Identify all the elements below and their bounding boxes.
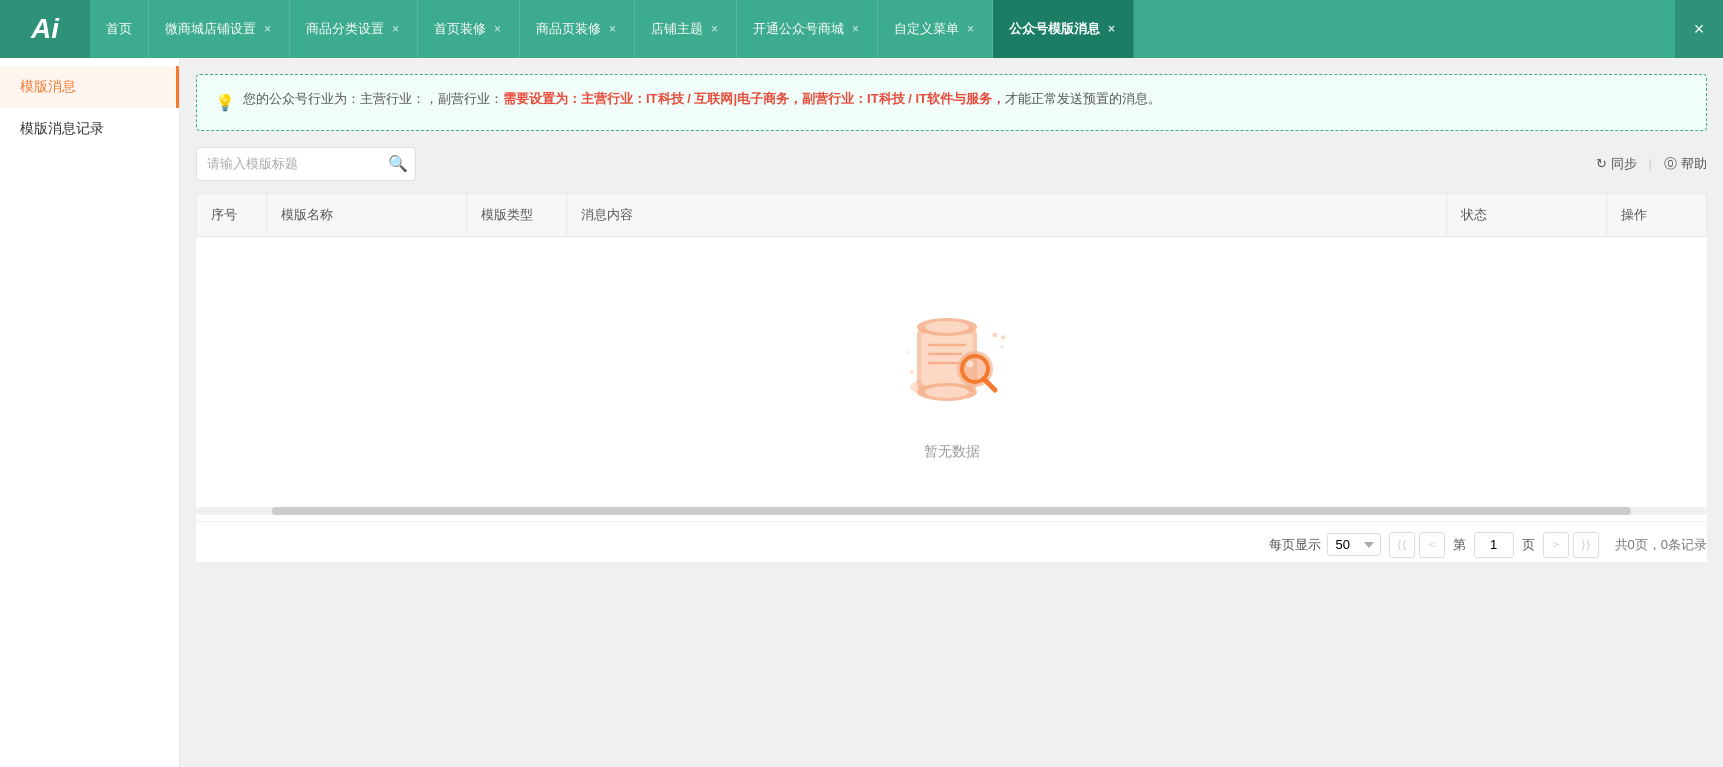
notice-prefix: 您的公众号行业为：主营行业：，副营行业： [243,91,503,106]
svg-point-13 [966,360,973,367]
horizontal-scrollbar[interactable] [196,507,1707,515]
page-input[interactable] [1474,532,1514,558]
page-prev-button[interactable]: ＜ [1419,532,1445,558]
notice-icon: 💡 [215,90,235,116]
tab-store-theme[interactable]: 店铺主题 × [635,0,737,58]
tab-label: 自定义菜单 [894,20,959,38]
tab-home[interactable]: 首页 [90,0,149,58]
notice-text: 您的公众号行业为：主营行业：，副营行业：需要设置为：主营行业：IT科技 / 互联… [243,89,1161,110]
page-size-select[interactable]: 102050100 [1327,533,1381,556]
empty-state: ✦ 暂无数据 [196,237,1707,501]
page-first-button[interactable]: ⟨⟨ [1389,532,1415,558]
svg-line-12 [984,379,995,390]
tab-close-custom-menu[interactable]: × [965,21,976,37]
empty-text: 暂无数据 [216,443,1687,461]
sync-label: 同步 [1611,155,1637,173]
page-size-label: 每页显示 [1269,536,1321,554]
tab-home-decor[interactable]: 首页装修 × [418,0,520,58]
svg-point-15 [1000,345,1003,348]
global-close-button[interactable]: × [1675,0,1723,58]
tab-close-product-category[interactable]: × [390,21,401,37]
svg-point-4 [925,321,969,333]
tab-close-template-msg[interactable]: × [1106,21,1117,37]
table-container: 序号 模版名称 模版类型 消息内容 状态 操作 [196,193,1707,521]
help-button[interactable]: ⓪ 帮助 [1664,155,1707,173]
notice-highlight: 需要设置为：主营行业：IT科技 / 互联网|电子商务，副营行业：IT科技 / I… [503,91,1005,106]
help-label: 帮助 [1681,155,1707,173]
main-layout: 模版消息模版消息记录 💡 您的公众号行业为：主营行业：，副营行业：需要设置为：主… [0,58,1723,767]
tab-template-msg[interactable]: 公众号模版消息 × [993,0,1134,58]
sidebar-item-template-record[interactable]: 模版消息记录 [0,108,179,150]
empty-icon: ✦ [887,297,1017,427]
sync-button[interactable]: ↻ 同步 [1596,155,1637,173]
col-header-seq: 序号 [197,193,267,236]
tab-product-category[interactable]: 商品分类设置 × [290,0,418,58]
col-header-content: 消息内容 [567,193,1447,236]
tab-label: 开通公众号商城 [753,20,844,38]
content-area: 💡 您的公众号行业为：主营行业：，副营行业：需要设置为：主营行业：IT科技 / … [180,58,1723,767]
page-total: 共0页，0条记录 [1615,536,1707,554]
svg-point-14 [992,332,997,337]
svg-point-17 [905,350,908,353]
col-header-status: 状态 [1447,193,1607,236]
tab-label: 商品分类设置 [306,20,384,38]
page-nav: ⟨⟨ ＜ 第 页 ＞ ⟩⟩ [1389,532,1599,558]
col-header-action: 操作 [1607,193,1707,236]
col-header-name: 模版名称 [267,193,467,236]
page-next-button[interactable]: ＞ [1543,532,1569,558]
tab-close-home-decor[interactable]: × [492,21,503,37]
search-input-wrap: 🔍 [196,147,416,181]
svg-text:✦: ✦ [999,332,1007,343]
tab-close-open-mall[interactable]: × [850,21,861,37]
help-icon: ⓪ [1664,155,1677,173]
tab-label: 微商城店铺设置 [165,20,256,38]
top-nav: Ai 首页微商城店铺设置×商品分类设置×首页装修×商品页装修×店铺主题×开通公众… [0,0,1723,58]
search-button[interactable]: 🔍 [388,154,408,173]
tab-label: 公众号模版消息 [1009,20,1100,38]
search-bar: 🔍 ↻ 同步 | ⓪ 帮助 [196,147,1707,181]
scrollbar-thumb [272,507,1632,515]
tab-open-mall[interactable]: 开通公众号商城 × [737,0,878,58]
search-left: 🔍 [196,147,416,181]
tab-label: 商品页装修 [536,20,601,38]
tab-label: 首页 [106,20,132,38]
notice-suffix: 才能正常发送预置的消息。 [1005,91,1161,106]
page-last-button[interactable]: ⟩⟩ [1573,532,1599,558]
tabs-container: 首页微商城店铺设置×商品分类设置×首页装修×商品页装修×店铺主题×开通公众号商城… [90,0,1675,58]
brand-logo: Ai [0,0,90,58]
sidebar-item-template-msg[interactable]: 模版消息 [0,66,179,108]
col-header-type: 模版类型 [467,193,567,236]
search-input[interactable] [196,147,416,181]
sidebar: 模版消息模版消息记录 [0,58,180,767]
page-unit-label: 页 [1522,536,1535,554]
notice-box: 💡 您的公众号行业为：主营行业：，副营行业：需要设置为：主营行业：IT科技 / … [196,74,1707,131]
pagination: 每页显示 102050100 ⟨⟨ ＜ 第 页 ＞ ⟩⟩ 共0页，0条记录 [196,521,1707,562]
page-size-wrap: 每页显示 102050100 [1269,533,1381,556]
tab-close-product-decor[interactable]: × [607,21,618,37]
data-table: 序号 模版名称 模版类型 消息内容 状态 操作 [196,193,1707,237]
sync-icon: ↻ [1596,156,1607,171]
tab-custom-menu[interactable]: 自定义菜单 × [878,0,993,58]
tab-close-store-theme[interactable]: × [709,21,720,37]
svg-point-16 [910,370,914,374]
search-right: ↻ 同步 | ⓪ 帮助 [1596,155,1707,173]
tab-product-decor[interactable]: 商品页装修 × [520,0,635,58]
tab-micro-store[interactable]: 微商城店铺设置 × [149,0,290,58]
tab-label: 首页装修 [434,20,486,38]
tab-label: 店铺主题 [651,20,703,38]
table-header-row: 序号 模版名称 模版类型 消息内容 状态 操作 [197,193,1707,236]
page-di-label: 第 [1453,536,1466,554]
divider: | [1649,156,1652,171]
tab-close-micro-store[interactable]: × [262,21,273,37]
svg-point-6 [925,386,969,398]
